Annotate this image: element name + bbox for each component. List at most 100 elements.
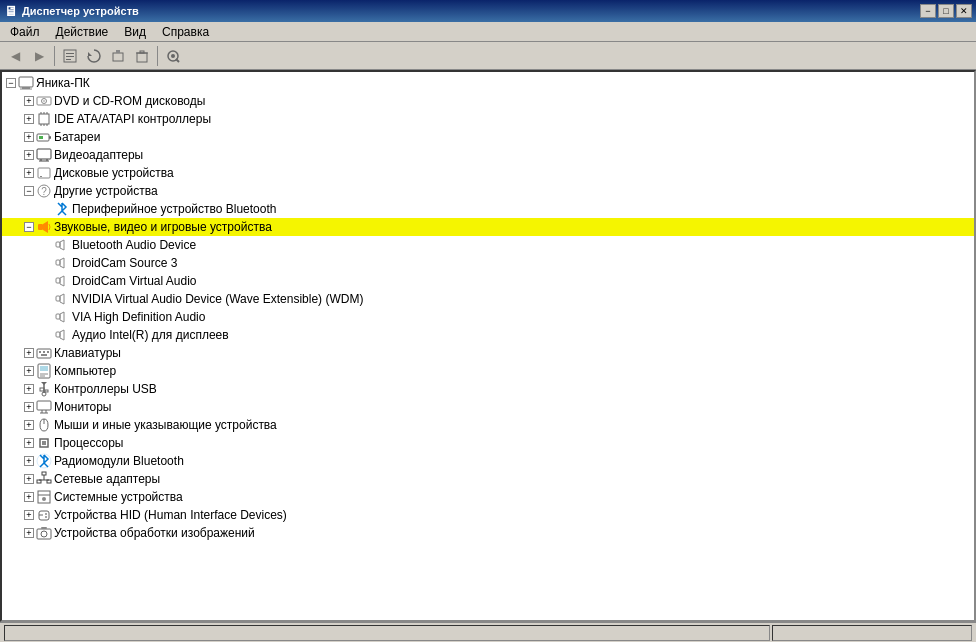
tree-label-hid: Устройства HID (Human Interface Devices) <box>54 508 287 522</box>
expand-btn-monitor[interactable]: + <box>24 402 34 412</box>
menu-file[interactable]: Файл <box>2 22 48 41</box>
expand-btn-dvd[interactable]: + <box>24 96 34 106</box>
svg-rect-19 <box>39 114 49 124</box>
svg-rect-39 <box>56 242 60 247</box>
svg-rect-37 <box>38 224 43 230</box>
tree-item-imaging[interactable]: +Устройства обработки изображений <box>2 524 974 542</box>
menu-help[interactable]: Справка <box>154 22 217 41</box>
tree-item-sysdevices[interactable]: +Системные устройства <box>2 488 974 506</box>
expand-btn-battery[interactable]: + <box>24 132 34 142</box>
tree-item-dvd[interactable]: +DVD и CD-ROM дисководы <box>2 92 974 110</box>
icon-chip <box>36 111 52 127</box>
tree-item-btmodule[interactable]: +Радиомодули Bluetooth <box>2 452 974 470</box>
expand-btn-sound[interactable]: − <box>24 222 34 232</box>
expand-btn-ide[interactable]: + <box>24 114 34 124</box>
tree-label-mouse: Мыши и иные указывающие устройства <box>54 418 277 432</box>
title-bar-controls: − □ ✕ <box>920 4 972 18</box>
svg-point-12 <box>171 54 175 58</box>
tree-label-droidcam3: DroidCam Source 3 <box>72 256 177 270</box>
uninstall-button[interactable] <box>131 45 153 67</box>
svg-rect-45 <box>56 296 60 301</box>
tree-item-via[interactable]: VIA High Definition Audio <box>2 308 974 326</box>
status-panel-secondary <box>772 625 972 641</box>
tree-item-computer2[interactable]: +Компьютер <box>2 362 974 380</box>
menu-bar: Файл Действие Вид Справка <box>0 22 976 42</box>
tree-item-monitor[interactable]: + Мониторы <box>2 398 974 416</box>
tree-item-other[interactable]: −?Другие устройства <box>2 182 974 200</box>
icon-camera <box>36 525 52 541</box>
close-button[interactable]: ✕ <box>956 4 972 18</box>
tree-label-btperipheral: Периферийное устройство Bluetooth <box>72 202 276 216</box>
expand-btn-imaging[interactable]: + <box>24 528 34 538</box>
icon-other: ? <box>36 183 52 199</box>
title-bar-text: 🖥 Диспетчер устройств <box>4 3 139 19</box>
tree-item-intel[interactable]: Аудио Intel(R) для дисплеев <box>2 326 974 344</box>
tree-item-cpu[interactable]: +Процессоры <box>2 434 974 452</box>
tree-item-ide[interactable]: +IDE ATA/ATAPI контроллеры <box>2 110 974 128</box>
expand-btn-other[interactable]: − <box>24 186 34 196</box>
scan-button[interactable] <box>162 45 184 67</box>
tree-label-via: VIA High Definition Audio <box>72 310 205 324</box>
svg-rect-7 <box>137 53 147 62</box>
tree-item-disk[interactable]: +Дисковые устройства <box>2 164 974 182</box>
svg-rect-9 <box>140 51 144 53</box>
icon-hid <box>36 507 52 523</box>
menu-view[interactable]: Вид <box>116 22 154 41</box>
device-tree[interactable]: −Яника-ПК+DVD и CD-ROM дисководы+IDE ATA… <box>2 72 974 620</box>
maximize-button[interactable]: □ <box>938 4 954 18</box>
expand-btn-mouse[interactable]: + <box>24 420 34 430</box>
expand-btn-video[interactable]: + <box>24 150 34 160</box>
tree-item-keyboard[interactable]: +Клавиатуры <box>2 344 974 362</box>
svg-marker-61 <box>41 382 47 385</box>
tree-item-droidcam3[interactable]: DroidCam Source 3 <box>2 254 974 272</box>
svg-marker-38 <box>43 221 48 233</box>
back-button[interactable]: ◀ <box>4 45 26 67</box>
forward-button[interactable]: ▶ <box>28 45 50 67</box>
tree-item-droidcamvirtual[interactable]: DroidCam Virtual Audio <box>2 272 974 290</box>
title-bar: 🖥 Диспетчер устройств − □ ✕ <box>0 0 976 22</box>
svg-rect-49 <box>56 332 60 337</box>
update-driver-button[interactable] <box>83 45 105 67</box>
expand-btn-usb[interactable]: + <box>24 384 34 394</box>
svg-rect-73 <box>42 472 46 475</box>
expand-btn-sysdevices[interactable]: + <box>24 492 34 502</box>
svg-rect-71 <box>42 441 46 445</box>
svg-rect-41 <box>56 260 60 265</box>
expand-btn-computer2[interactable]: + <box>24 366 34 376</box>
tree-item-root[interactable]: −Яника-ПК <box>2 74 974 92</box>
tree-item-btperipheral[interactable]: Периферийное устройство Bluetooth <box>2 200 974 218</box>
tree-item-btaudio[interactable]: Bluetooth Audio Device <box>2 236 974 254</box>
tree-item-network[interactable]: +Сетевые адаптеры <box>2 470 974 488</box>
expand-btn-disk[interactable]: + <box>24 168 34 178</box>
expand-btn-hid[interactable]: + <box>24 510 34 520</box>
expand-btn-btmodule[interactable]: + <box>24 456 34 466</box>
tree-item-video[interactable]: + Видеоадаптеры <box>2 146 974 164</box>
main-area: −Яника-ПК+DVD и CD-ROM дисководы+IDE ATA… <box>0 70 976 622</box>
tree-item-battery[interactable]: +Батареи <box>2 128 974 146</box>
title-label: Диспетчер устройств <box>22 5 139 17</box>
tree-label-monitor: Мониторы <box>54 400 111 414</box>
tree-label-sound: Звуковые, видео и игровые устройства <box>54 220 272 234</box>
tree-item-nvidia[interactable]: NVIDIA Virtual Audio Device (Wave Extens… <box>2 290 974 308</box>
expand-btn-cpu[interactable]: + <box>24 438 34 448</box>
icon-sound <box>36 219 52 235</box>
expand-btn-keyboard[interactable]: + <box>24 348 34 358</box>
minimize-button[interactable]: − <box>920 4 936 18</box>
svg-rect-57 <box>40 366 48 371</box>
rollback-button[interactable] <box>107 45 129 67</box>
icon-computer <box>18 75 34 91</box>
expand-btn-root[interactable]: − <box>6 78 16 88</box>
tree-item-usb[interactable]: + Контроллеры USB <box>2 380 974 398</box>
icon-network <box>36 471 52 487</box>
menu-action[interactable]: Действие <box>48 22 117 41</box>
expand-btn-network[interactable]: + <box>24 474 34 484</box>
icon-system <box>36 489 52 505</box>
properties-button[interactable] <box>59 45 81 67</box>
svg-rect-52 <box>39 351 41 353</box>
tree-label-video: Видеоадаптеры <box>54 148 143 162</box>
tree-item-mouse[interactable]: + Мыши и иные указывающие устройства <box>2 416 974 434</box>
tree-label-usb: Контроллеры USB <box>54 382 157 396</box>
icon-display <box>36 147 52 163</box>
tree-item-hid[interactable]: + Устройства HID (Human Interface Devices… <box>2 506 974 524</box>
tree-item-sound[interactable]: − Звуковые, видео и игровые устройства <box>2 218 974 236</box>
